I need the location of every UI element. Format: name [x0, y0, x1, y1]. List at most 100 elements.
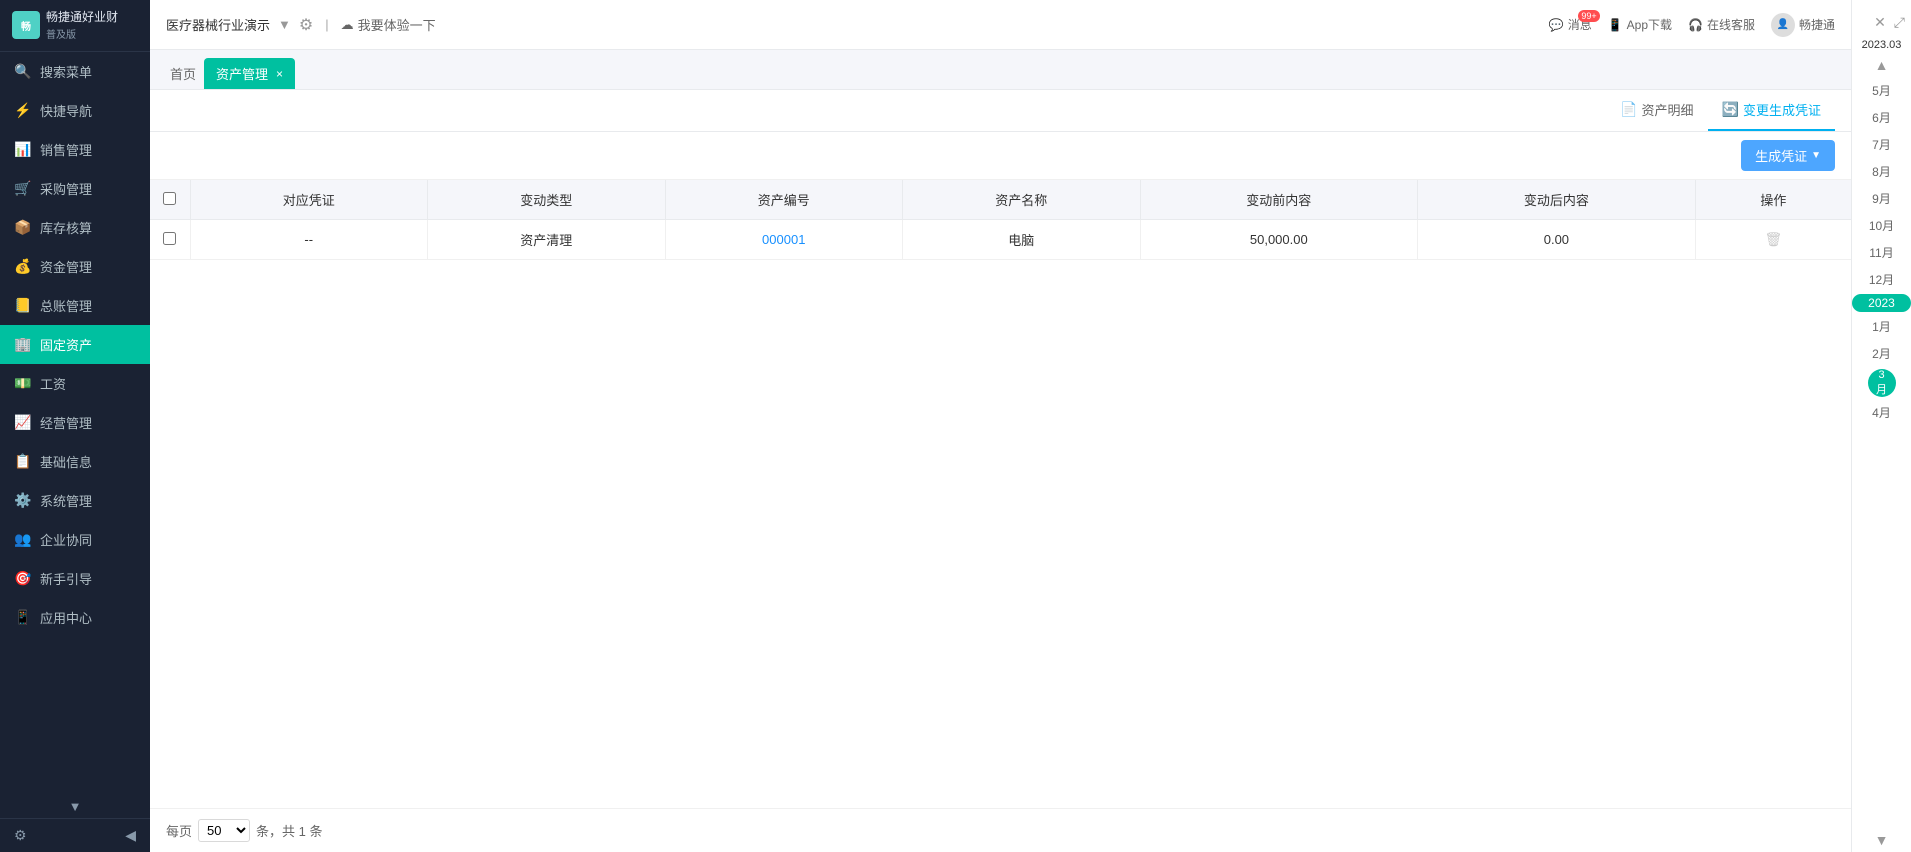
- per-page-label: 每页: [166, 821, 192, 840]
- app-center-icon: 📱: [14, 609, 32, 626]
- row-operation: 🗑: [1695, 220, 1851, 260]
- generate-label: 生成凭证: [1755, 146, 1807, 165]
- sidebar-item-quick-nav[interactable]: ⚡ 快捷导航: [0, 91, 150, 130]
- timeline-month-6月[interactable]: 6月: [1852, 105, 1911, 130]
- sidebar-item-purchase[interactable]: 🛒 采购管理: [0, 169, 150, 208]
- sidebar-item-funds[interactable]: 💰 资金管理: [0, 247, 150, 286]
- nav-label-payroll: 工资: [40, 374, 66, 393]
- collaboration-icon: 👥: [14, 531, 32, 548]
- table-toolbar: 生成凭证 ▼: [150, 132, 1851, 180]
- th-asset-name: 资产名称: [903, 180, 1141, 220]
- timeline-month-5月[interactable]: 5月: [1852, 78, 1911, 103]
- sidebar-footer: ⚙ ◀: [0, 818, 150, 852]
- nav-label-system: 系统管理: [40, 491, 92, 510]
- row-checkbox[interactable]: [163, 232, 176, 245]
- sidebar-item-payroll[interactable]: 💵 工资: [0, 364, 150, 403]
- online-service-btn[interactable]: 🎧 在线客服: [1688, 16, 1755, 33]
- sidebar-item-ledger[interactable]: 📒 总账管理: [0, 286, 150, 325]
- table-header-row: 对应凭证 变动类型 资产编号 资产名称 变动前内容 变动后内容 操作: [150, 180, 1851, 220]
- avatar: 👤: [1771, 13, 1795, 37]
- timeline-month-10月[interactable]: 10月: [1852, 213, 1911, 238]
- sidebar: 畅 畅捷通好业财 普及版 🔍 搜索菜单 ⚡ 快捷导航 📊 销售管理 🛒 采购管理…: [0, 0, 150, 852]
- change-voucher-tab-icon: 🔄: [1722, 101, 1739, 118]
- nav-label-search: 搜索菜单: [40, 62, 92, 81]
- sidebar-item-collaboration[interactable]: 👥 企业协同: [0, 520, 150, 559]
- timeline-month-8月[interactable]: 8月: [1852, 159, 1911, 184]
- per-page-select[interactable]: 102050100: [198, 819, 250, 842]
- experience-btn[interactable]: ☁ 我要体验一下: [341, 15, 436, 34]
- expand-panel-icon[interactable]: ⤢: [1892, 12, 1907, 33]
- dropdown-arrow-icon: ▼: [1811, 150, 1821, 161]
- sidebar-nav: 🔍 搜索菜单 ⚡ 快捷导航 📊 销售管理 🛒 采购管理 📦 库存核算 💰 资金管…: [0, 52, 150, 795]
- tab-home[interactable]: 首页: [166, 58, 200, 89]
- ledger-icon: 📒: [14, 297, 32, 314]
- timeline-month-9月[interactable]: 9月: [1852, 186, 1911, 211]
- sidebar-scroll-down[interactable]: ▼: [0, 795, 150, 818]
- sales-icon: 📊: [14, 141, 32, 158]
- tab-close-icon[interactable]: ×: [276, 67, 283, 81]
- row-change-type: 资产清理: [428, 220, 666, 260]
- pagination: 每页 102050100 条，共 1 条: [150, 808, 1851, 852]
- sidebar-item-operations[interactable]: 📈 经营管理: [0, 403, 150, 442]
- sidebar-item-search[interactable]: 🔍 搜索菜单: [0, 52, 150, 91]
- timeline: 5月6月7月8月9月10月11月12月 2023 1月2月 3月 4月: [1852, 77, 1911, 828]
- sidebar-item-basic-info[interactable]: 📋 基础信息: [0, 442, 150, 481]
- collapse-icon[interactable]: ◀: [125, 827, 136, 844]
- nav-label-sales: 销售管理: [40, 140, 92, 159]
- quick-nav-icon: ⚡: [14, 102, 32, 119]
- timeline-month-7月[interactable]: 7月: [1852, 132, 1911, 157]
- top-header: 医疗器械行业演示 ▼ ⚙ | ☁ 我要体验一下 💬 消息 99+ 📱 App下载…: [150, 0, 1851, 50]
- timeline-month-3月[interactable]: 3月: [1868, 369, 1896, 397]
- timeline-nav-down[interactable]: ▼: [1871, 828, 1893, 852]
- messages-btn[interactable]: 💬 消息 99+: [1549, 16, 1592, 33]
- timeline-month-12月[interactable]: 12月: [1852, 267, 1911, 292]
- nav-label-quick-nav: 快捷导航: [40, 101, 92, 120]
- nav-label-guide: 新手引导: [40, 569, 92, 588]
- nav-label-operations: 经营管理: [40, 413, 92, 432]
- sidebar-item-system[interactable]: ⚙️ 系统管理: [0, 481, 150, 520]
- funds-icon: 💰: [14, 258, 32, 275]
- timeline-nav-up[interactable]: ▲: [1871, 53, 1893, 77]
- th-operation: 操作: [1695, 180, 1851, 220]
- timeline-month-1月[interactable]: 1月: [1852, 314, 1911, 339]
- logo-icon: 畅: [12, 11, 40, 39]
- select-all-checkbox[interactable]: [163, 192, 176, 205]
- th-before-change: 变动前内容: [1140, 180, 1418, 220]
- inner-tab-asset-detail[interactable]: 📄 资产明细: [1606, 90, 1707, 131]
- message-icon: 💬: [1549, 18, 1564, 32]
- company-name: 医疗器械行业演示: [166, 15, 270, 34]
- settings-icon[interactable]: ⚙: [14, 827, 27, 844]
- nav-label-collaboration: 企业协同: [40, 530, 92, 549]
- timeline-year-2023[interactable]: 2023: [1852, 294, 1911, 312]
- user-name: 畅捷通: [1799, 16, 1835, 33]
- generate-voucher-btn[interactable]: 生成凭证 ▼: [1741, 140, 1835, 171]
- inventory-icon: 📦: [14, 219, 32, 236]
- right-panel-header: ✕ ⤢: [1852, 8, 1911, 37]
- app-download-btn[interactable]: 📱 App下载: [1608, 16, 1672, 33]
- cloud-icon: ☁: [341, 17, 354, 33]
- timeline-month-2月[interactable]: 2月: [1852, 341, 1911, 366]
- sidebar-item-assets[interactable]: 🏢 固定资产: [0, 325, 150, 364]
- close-panel-icon[interactable]: ✕: [1872, 12, 1888, 33]
- purchase-icon: 🛒: [14, 180, 32, 197]
- sidebar-item-guide[interactable]: 🎯 新手引导: [0, 559, 150, 598]
- th-voucher: 对应凭证: [190, 180, 428, 220]
- logo-name: 畅捷通好业财: [46, 10, 118, 26]
- th-asset-code: 资产编号: [665, 180, 903, 220]
- timeline-month-4月[interactable]: 4月: [1852, 400, 1911, 425]
- timeline-month-11月[interactable]: 11月: [1852, 240, 1911, 265]
- user-profile-btn[interactable]: 👤 畅捷通: [1771, 13, 1835, 37]
- tab-asset-management[interactable]: 资产管理 ×: [204, 58, 295, 89]
- company-dropdown-icon[interactable]: ▼: [278, 17, 291, 32]
- row-after-change: 0.00: [1418, 220, 1696, 260]
- delete-row-icon[interactable]: 🗑: [1764, 231, 1782, 247]
- system-icon: ⚙️: [14, 492, 32, 509]
- data-table-wrap: 对应凭证 变动类型 资产编号 资产名称 变动前内容 变动后内容 操作 -- 资产…: [150, 180, 1851, 808]
- sidebar-item-app-center[interactable]: 📱 应用中心: [0, 598, 150, 637]
- main-area: 医疗器械行业演示 ▼ ⚙ | ☁ 我要体验一下 💬 消息 99+ 📱 App下载…: [150, 0, 1851, 852]
- sidebar-item-inventory[interactable]: 📦 库存核算: [0, 208, 150, 247]
- inner-tab-change-voucher[interactable]: 🔄 变更生成凭证: [1708, 90, 1835, 131]
- settings-gear-icon[interactable]: ⚙: [299, 15, 313, 35]
- sidebar-item-sales[interactable]: 📊 销售管理: [0, 130, 150, 169]
- nav-label-funds: 资金管理: [40, 257, 92, 276]
